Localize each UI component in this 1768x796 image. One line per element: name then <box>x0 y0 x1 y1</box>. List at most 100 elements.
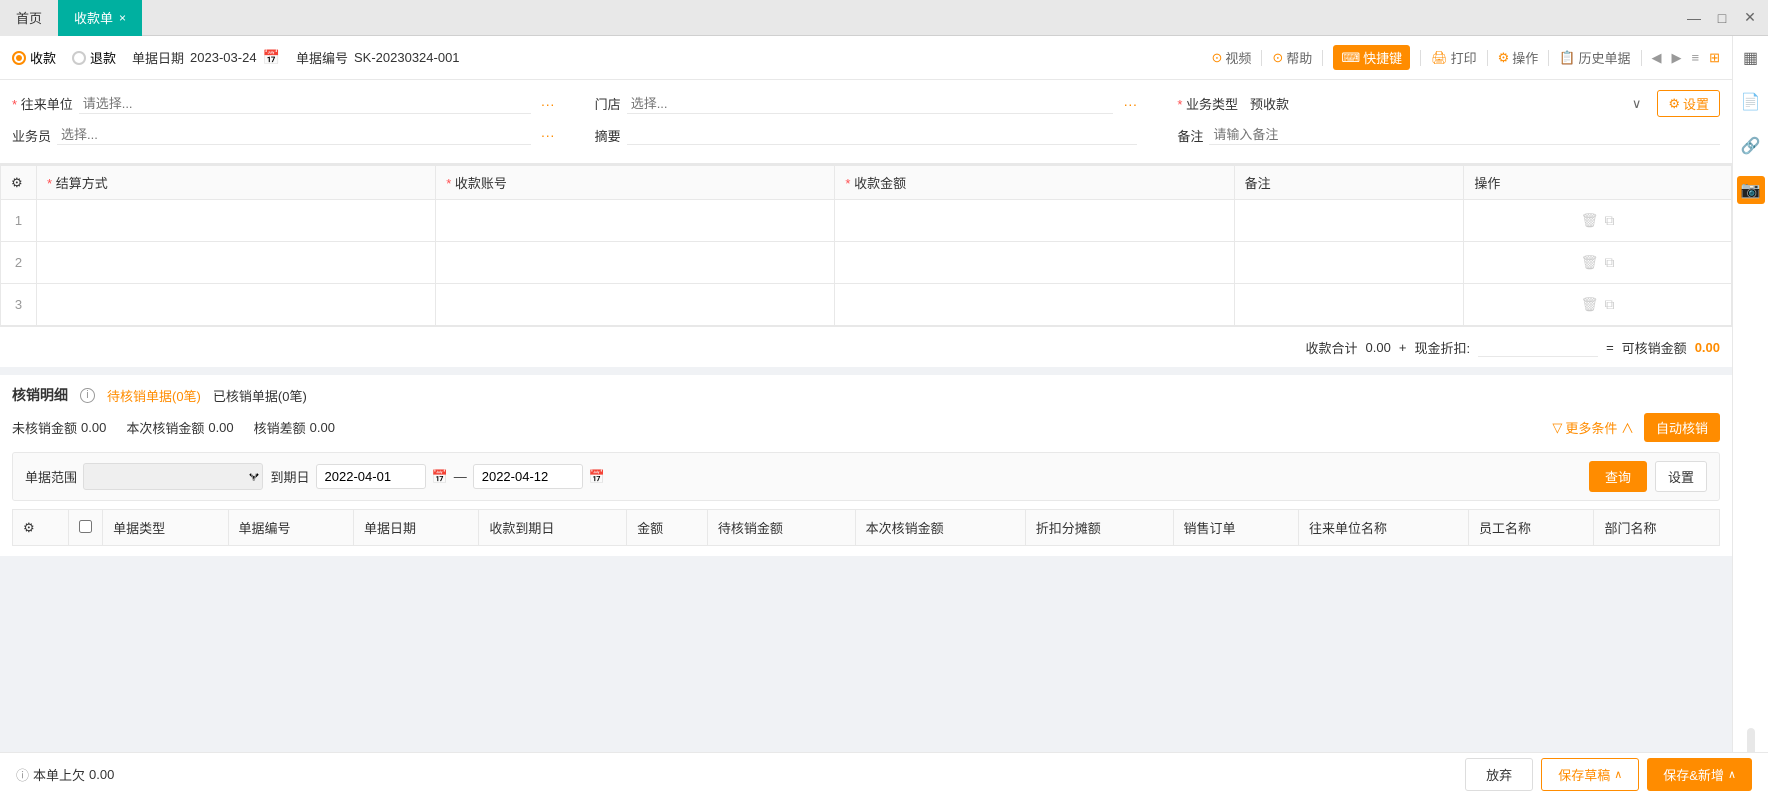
row3-actions: 🗑 ⧉ <box>1464 284 1732 326</box>
minimize-btn[interactable]: — <box>1684 8 1704 28</box>
bth-checkbox <box>69 510 103 546</box>
search-row: 单据范围 ∨ 到期日 📅 — 📅 查询 设置 <box>12 452 1720 501</box>
table-row: 1 🗑 ⧉ <box>1 200 1732 242</box>
business-type-label: * 业务类型 <box>1177 94 1238 113</box>
list-icon[interactable]: ≡ <box>1692 50 1700 65</box>
draft-btn[interactable]: 保存草稿 ∧ <box>1541 758 1639 791</box>
counterparty-dots[interactable]: ··· <box>541 96 555 112</box>
date-value: 2023-03-24 <box>190 50 257 65</box>
date-end-input[interactable] <box>473 464 583 489</box>
bth-gear-icon: ⚙ <box>23 520 35 535</box>
date-start-input[interactable] <box>316 464 426 489</box>
stat2-label: 核销差额 <box>254 418 306 437</box>
operation-action[interactable]: ⚙ 操作 <box>1498 48 1539 67</box>
stat0-value: 0.00 <box>81 420 106 435</box>
tab-receipt[interactable]: 收款单 × <box>58 0 142 36</box>
due-date-field: 到期日 📅 — 📅 <box>271 464 605 489</box>
salesperson-dots[interactable]: ··· <box>541 127 555 143</box>
summary-input[interactable] <box>627 125 1138 145</box>
row3-account[interactable] <box>436 284 835 326</box>
doc-range-select[interactable] <box>83 463 263 490</box>
row1-delete-icon[interactable]: 🗑 <box>1581 212 1599 229</box>
row2-delete-icon[interactable]: 🗑 <box>1581 254 1599 271</box>
reconcile-settings-btn[interactable]: 设置 <box>1655 461 1707 492</box>
table-settings-col[interactable]: ⚙ <box>1 166 37 200</box>
receipt-radio[interactable]: 收款 <box>12 48 56 67</box>
row3-remarks[interactable] <box>1234 284 1464 326</box>
reconcile-info-icon[interactable]: i <box>80 388 95 403</box>
prev-icon[interactable]: ◀ <box>1652 50 1662 66</box>
row1-settlement[interactable] <box>37 200 436 242</box>
print-action[interactable]: 🖨 打印 <box>1431 48 1477 67</box>
sidebar-camera-icon[interactable]: 📷 <box>1737 176 1765 204</box>
grid-icon[interactable]: ⊞ <box>1709 50 1720 66</box>
row3-settlement[interactable] <box>37 284 436 326</box>
abandon-btn[interactable]: 放弃 <box>1465 758 1533 791</box>
th-account-label: 收款账号 <box>455 176 507 191</box>
bth-settings[interactable]: ⚙ <box>13 510 69 546</box>
save-new-btn[interactable]: 保存&新增 ∧ <box>1647 758 1752 791</box>
bottom-info-value: 0.00 <box>89 767 114 782</box>
next-icon[interactable]: ▶ <box>1672 50 1682 66</box>
store-field: 门店 ··· <box>595 94 1138 114</box>
settings-button[interactable]: ⚙ 设置 <box>1657 90 1720 117</box>
date-start-icon[interactable]: 📅 <box>432 469 448 485</box>
bth-doc-type: 单据类型 <box>103 510 228 546</box>
auto-reconcile-btn[interactable]: 自动核销 <box>1644 413 1720 442</box>
sidebar-doc-icon[interactable]: 📄 <box>1737 88 1765 116</box>
query-btn[interactable]: 查询 <box>1589 461 1647 492</box>
stat-diff: 核销差额 0.00 <box>254 418 335 437</box>
row1-actions: 🗑 ⧉ <box>1464 200 1732 242</box>
store-dots[interactable]: ··· <box>1123 96 1137 112</box>
stat0-label: 未核销金额 <box>12 418 77 437</box>
row2-settlement[interactable] <box>37 242 436 284</box>
row3-copy-icon[interactable]: ⧉ <box>1605 296 1615 313</box>
toolbar-right: ⊙ 视频 ⊙ 帮助 ⌨ 快捷键 🖨 打印 ⚙ 操作 <box>1211 45 1720 70</box>
done-tab[interactable]: 已核销单据(0笔) <box>213 386 307 405</box>
remarks-label: 备注 <box>1177 126 1203 145</box>
date-end-icon[interactable]: 📅 <box>589 469 605 485</box>
counterparty-input[interactable] <box>79 94 531 114</box>
help-action[interactable]: ⊙ 帮助 <box>1272 48 1312 67</box>
bottom-info-icon[interactable]: ⓘ <box>16 765 29 784</box>
salesperson-input[interactable] <box>57 125 531 145</box>
th-remarks: 备注 <box>1234 166 1464 200</box>
pending-tab[interactable]: 待核销单据(0笔) <box>107 386 201 405</box>
video-action[interactable]: ⊙ 视频 <box>1211 48 1251 67</box>
sidebar-link-icon[interactable]: 🔗 <box>1737 132 1765 160</box>
row1-account[interactable] <box>436 200 835 242</box>
row2-remarks[interactable] <box>1234 242 1464 284</box>
refund-radio-label: 退款 <box>90 48 116 67</box>
maximize-btn[interactable]: □ <box>1712 8 1732 28</box>
tab-close-icon[interactable]: × <box>119 11 126 25</box>
history-label: 历史单据 <box>1578 48 1630 67</box>
sidebar-table-icon[interactable]: ▦ <box>1737 44 1765 72</box>
save-new-label: 保存&新增 <box>1663 765 1724 784</box>
bottom-actions: 放弃 保存草稿 ∧ 保存&新增 ∧ <box>1465 758 1752 791</box>
close-btn[interactable]: ✕ <box>1740 8 1760 28</box>
store-input[interactable] <box>627 94 1114 114</box>
row1-remarks[interactable] <box>1234 200 1464 242</box>
row3-amount[interactable] <box>835 284 1234 326</box>
row1-copy-icon[interactable]: ⧉ <box>1605 212 1615 229</box>
tab-home[interactable]: 首页 <box>0 0 58 36</box>
row3-no: 3 <box>1 284 37 326</box>
remarks-input[interactable] <box>1209 125 1720 145</box>
shortcut-btn[interactable]: ⌨ 快捷键 <box>1333 45 1410 70</box>
more-conditions-btn[interactable]: ▽ 更多条件 ∧ <box>1552 418 1634 437</box>
calendar-icon[interactable]: 📅 <box>263 49 280 66</box>
row2-amount[interactable] <box>835 242 1234 284</box>
select-all-checkbox[interactable] <box>79 520 92 533</box>
row2-account[interactable] <box>436 242 835 284</box>
refund-radio[interactable]: 退款 <box>72 48 116 67</box>
row1-amount[interactable] <box>835 200 1234 242</box>
pending-tab-label: 待核销单据(0笔) <box>107 389 201 404</box>
discount-input[interactable] <box>1478 337 1598 357</box>
business-type-chevron[interactable]: ∨ <box>1632 96 1642 112</box>
row2-copy-icon[interactable]: ⧉ <box>1605 254 1615 271</box>
counterparty-field: * 往来单位 ··· <box>12 94 555 114</box>
history-action[interactable]: 📋 历史单据 <box>1559 48 1630 67</box>
summary-label: 摘要 <box>595 126 621 145</box>
row3-delete-icon[interactable]: 🗑 <box>1581 296 1599 313</box>
table-header-row: ⚙ * 结算方式 * 收款账号 * 收款金额 备注 <box>1 166 1732 200</box>
